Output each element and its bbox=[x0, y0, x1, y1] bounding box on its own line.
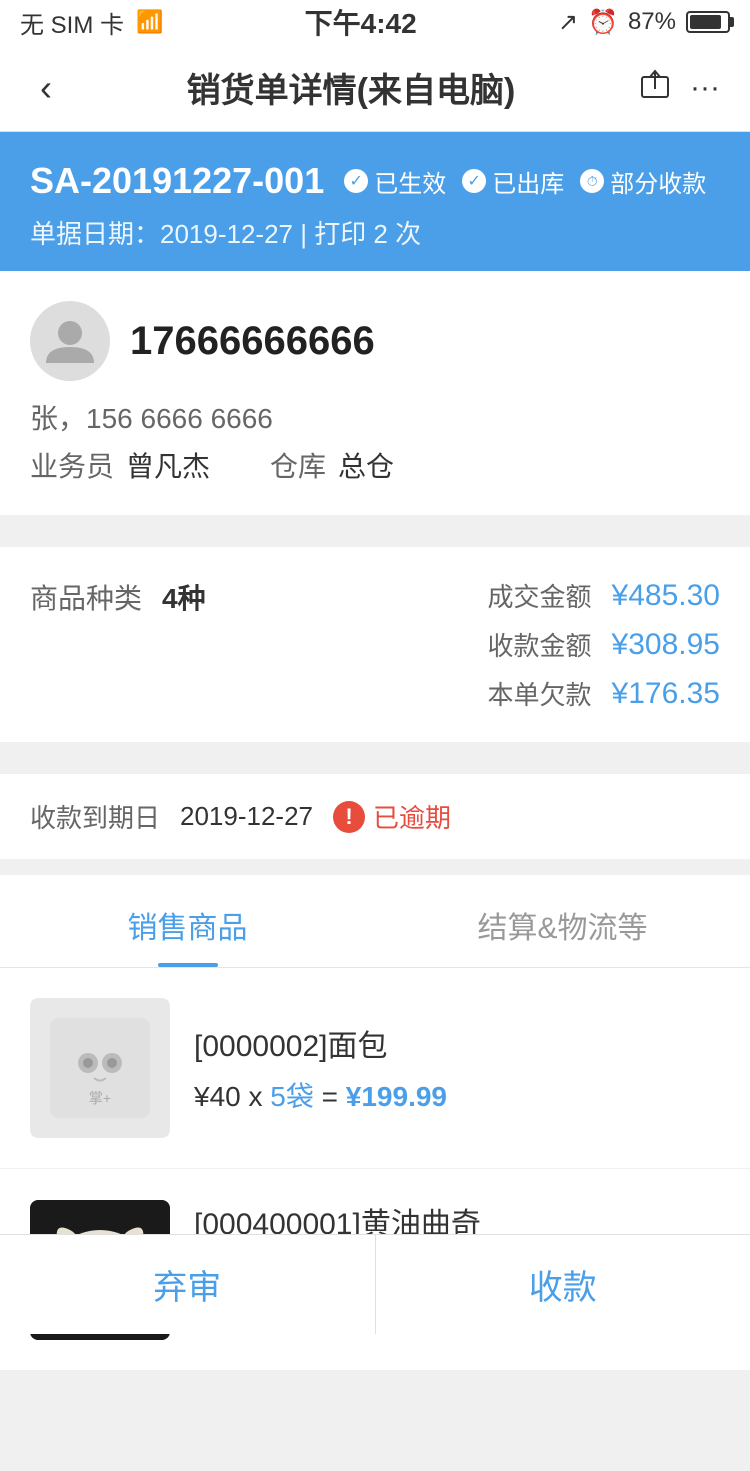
overdue-icon: ! bbox=[333, 801, 365, 833]
collect-payment-button[interactable]: 收款 bbox=[376, 1235, 750, 1334]
debt-amount-value: ¥176.35 bbox=[612, 677, 720, 711]
table-row: 掌+ [0000002]面包 ¥40 x 5袋 = ¥199.99 bbox=[0, 968, 750, 1169]
tab-products[interactable]: 销售商品 bbox=[0, 875, 375, 967]
salesperson-meta: 业务员 曾凡杰 bbox=[30, 445, 210, 485]
due-card: 收款到期日 2019-12-27 ! 已逾期 bbox=[0, 774, 750, 859]
deal-amount-line: 成交金额 ¥485.30 bbox=[488, 577, 720, 614]
check-icon-1: ✓ bbox=[344, 169, 368, 193]
back-button[interactable]: ‹ bbox=[30, 57, 62, 119]
nav-actions: ··· bbox=[640, 69, 720, 107]
customer-top: 17666666666 bbox=[30, 301, 720, 381]
deal-amount-value: ¥485.30 bbox=[612, 579, 720, 613]
tab-settlement[interactable]: 结算&物流等 bbox=[375, 875, 750, 967]
product-image-1: 掌+ bbox=[30, 998, 170, 1138]
header-card: SA-20191227-001 ✓ 已生效 ✓ 已出库 ⏱ 部分收款 单据日期：… bbox=[0, 132, 750, 271]
battery-text: 87% bbox=[628, 8, 676, 36]
status-partial-text: 部分收款 bbox=[610, 164, 706, 199]
status-bar-time: 下午4:42 bbox=[305, 2, 417, 42]
product-placeholder-1: 掌+ bbox=[30, 998, 170, 1138]
header-card-top: SA-20191227-001 ✓ 已生效 ✓ 已出库 ⏱ 部分收款 bbox=[30, 160, 720, 202]
debt-amount-label: 本单欠款 bbox=[488, 675, 592, 712]
warehouse-value: 总仓 bbox=[338, 445, 394, 485]
stats-card: 商品种类 4种 成交金额 ¥485.30 收款金额 ¥308.95 本单欠款 ¥… bbox=[0, 547, 750, 742]
due-date-label: 收款到期日 bbox=[30, 798, 160, 835]
order-id: SA-20191227-001 bbox=[30, 160, 324, 202]
status-active-text: 已生效 bbox=[374, 164, 446, 199]
bottom-bar: 弃审 收款 bbox=[0, 1234, 750, 1334]
product-type-label: 商品种类 bbox=[30, 577, 142, 617]
alarm-icon: ⏰ bbox=[588, 8, 618, 37]
product-total-1: ¥199.99 bbox=[346, 1081, 447, 1112]
nav-bar: ‹ 销货单详情(来自电脑) ··· bbox=[0, 44, 750, 132]
battery-icon bbox=[686, 11, 730, 33]
check-icon-2: ✓ bbox=[462, 169, 486, 193]
divider-1 bbox=[0, 531, 750, 547]
avatar bbox=[30, 301, 110, 381]
location-icon: ↗ bbox=[558, 8, 578, 37]
divider-2 bbox=[0, 758, 750, 774]
status-bar-right: ↗ ⏰ 87% bbox=[558, 8, 730, 37]
status-badges: ✓ 已生效 ✓ 已出库 ⏱ 部分收款 bbox=[344, 164, 706, 199]
cancel-review-button[interactable]: 弃审 bbox=[0, 1235, 376, 1334]
divider-3 bbox=[0, 859, 750, 875]
page-title: 销货单详情(来自电脑) bbox=[62, 63, 640, 112]
overdue-text: 已逾期 bbox=[373, 798, 451, 835]
status-shipped-text: 已出库 bbox=[492, 164, 564, 199]
warehouse-meta: 仓库 总仓 bbox=[270, 445, 394, 485]
debt-amount-line: 本单欠款 ¥176.35 bbox=[488, 675, 720, 712]
salesperson-value: 曾凡杰 bbox=[126, 445, 210, 485]
product-type-value: 4种 bbox=[162, 577, 206, 617]
warehouse-label: 仓库 bbox=[270, 445, 326, 485]
product-name-1: [0000002]面包 bbox=[194, 1021, 720, 1065]
status-badge-active: ✓ 已生效 bbox=[344, 164, 446, 199]
header-date: 单据日期：2019-12-27 | 打印 2 次 bbox=[30, 214, 720, 251]
status-bar: 无 SIM 卡 📶 下午4:42 ↗ ⏰ 87% bbox=[0, 0, 750, 44]
clock-icon: ⏱ bbox=[580, 169, 604, 193]
product-qty-1: 5袋 bbox=[270, 1081, 314, 1112]
status-badge-shipped: ✓ 已出库 bbox=[462, 164, 564, 199]
received-amount-label: 收款金额 bbox=[488, 626, 592, 663]
salesperson-label: 业务员 bbox=[30, 445, 114, 485]
customer-phone: 17666666666 bbox=[130, 319, 375, 364]
stats-row: 商品种类 4种 成交金额 ¥485.30 收款金额 ¥308.95 本单欠款 ¥… bbox=[30, 577, 720, 712]
wifi-icon: 📶 bbox=[136, 9, 163, 35]
product-unit-price-1: ¥40 bbox=[194, 1081, 241, 1112]
svg-text:掌+: 掌+ bbox=[89, 1090, 111, 1106]
product-info-1: [0000002]面包 ¥40 x 5袋 = ¥199.99 bbox=[194, 1021, 720, 1115]
stats-left: 商品种类 4种 bbox=[30, 577, 206, 617]
received-amount-line: 收款金额 ¥308.95 bbox=[488, 626, 720, 663]
tabs: 销售商品 结算&物流等 bbox=[0, 875, 750, 968]
product-price-1: ¥40 x 5袋 = ¥199.99 bbox=[194, 1075, 720, 1115]
product-equals-1: = bbox=[322, 1081, 346, 1112]
stats-right: 成交金额 ¥485.30 收款金额 ¥308.95 本单欠款 ¥176.35 bbox=[488, 577, 720, 712]
more-icon[interactable]: ··· bbox=[690, 71, 720, 105]
customer-card: 17666666666 张，156 6666 6666 业务员 曾凡杰 仓库 总… bbox=[0, 271, 750, 515]
customer-contact: 张，156 6666 6666 bbox=[30, 397, 720, 437]
share-icon[interactable] bbox=[640, 69, 670, 107]
overdue-badge: ! 已逾期 bbox=[333, 798, 451, 835]
deal-amount-label: 成交金额 bbox=[488, 577, 592, 614]
carrier-text: 无 SIM 卡 bbox=[20, 5, 124, 40]
status-bar-left: 无 SIM 卡 📶 bbox=[20, 5, 163, 40]
status-badge-partial: ⏱ 部分收款 bbox=[580, 164, 706, 199]
due-date-value: 2019-12-27 bbox=[180, 801, 313, 832]
received-amount-value: ¥308.95 bbox=[612, 628, 720, 662]
customer-meta: 业务员 曾凡杰 仓库 总仓 bbox=[30, 445, 720, 485]
product-multiply-1: x bbox=[249, 1081, 271, 1112]
